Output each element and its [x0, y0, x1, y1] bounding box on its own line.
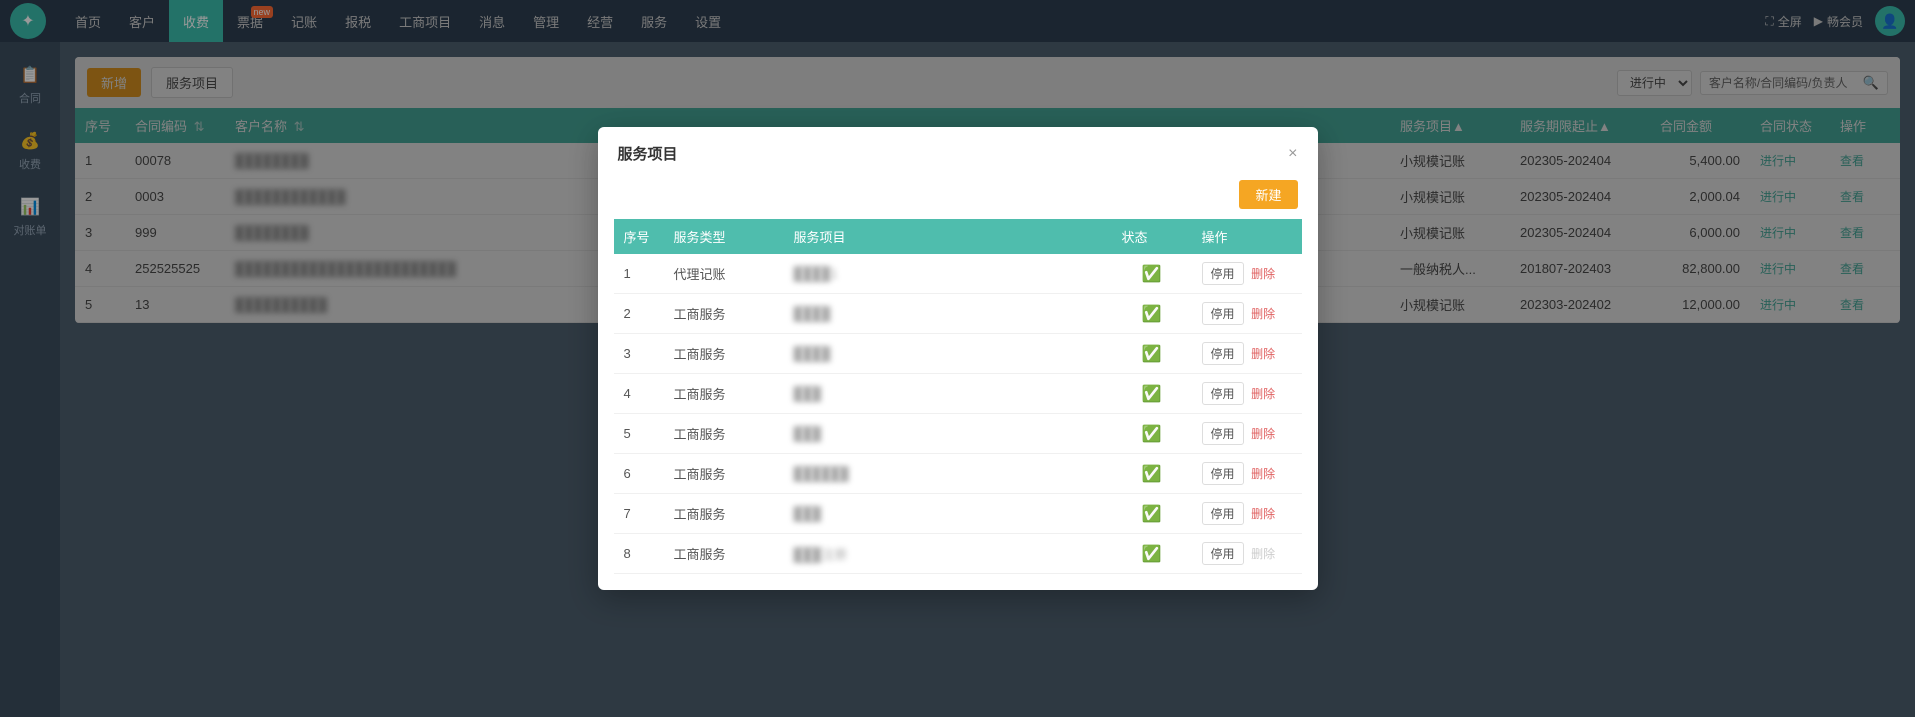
mcell-status: ✅	[1112, 534, 1192, 574]
modal-table-row: 8 工商服务 ███注册 ✅ 停用 删除	[614, 534, 1302, 574]
mcell-action: 停用 删除	[1192, 334, 1302, 374]
mcell-status: ✅	[1112, 254, 1192, 294]
mcell-type: 工商服务	[664, 374, 784, 414]
modal-header: 服务项目 ×	[598, 127, 1318, 174]
mcell-item: ████	[784, 334, 1112, 374]
status-active-icon: ✅	[1142, 506, 1162, 523]
modal: 服务项目 × 新建 序号 服务类型 服务项目 状态	[598, 127, 1318, 590]
modal-new-button[interactable]: 新建	[1239, 180, 1297, 209]
mcell-action: 停用 删除	[1192, 454, 1302, 494]
modal-table-row: 2 工商服务 ████ ✅ 停用 删除	[614, 294, 1302, 334]
modal-title: 服务项目	[618, 143, 678, 164]
mth-action: 操作	[1192, 219, 1302, 254]
stop-button[interactable]: 停用	[1202, 502, 1244, 525]
modal-table-wrap: 序号 服务类型 服务项目 状态 操作 1 代理记账 ████1 ✅	[598, 219, 1318, 590]
delete-button[interactable]: 删除	[1247, 305, 1279, 322]
status-active-icon: ✅	[1142, 426, 1162, 443]
stop-button[interactable]: 停用	[1202, 422, 1244, 445]
status-active-icon: ✅	[1142, 546, 1162, 563]
mcell-seq: 6	[614, 454, 664, 494]
mcell-item: ███	[784, 494, 1112, 534]
mcell-type: 工商服务	[664, 414, 784, 454]
mth-seq: 序号	[614, 219, 664, 254]
status-active-icon: ✅	[1142, 306, 1162, 323]
mcell-type: 工商服务	[664, 294, 784, 334]
mcell-status: ✅	[1112, 374, 1192, 414]
mcell-seq: 2	[614, 294, 664, 334]
mcell-action: 停用 删除	[1192, 254, 1302, 294]
delete-button[interactable]: 删除	[1247, 265, 1279, 282]
delete-button[interactable]: 删除	[1247, 505, 1279, 522]
stop-button[interactable]: 停用	[1202, 302, 1244, 325]
mcell-item: ███注册	[784, 534, 1112, 574]
delete-button: 删除	[1247, 545, 1279, 562]
mcell-status: ✅	[1112, 294, 1192, 334]
stop-button[interactable]: 停用	[1202, 542, 1244, 565]
mcell-type: 代理记账	[664, 254, 784, 294]
stop-button[interactable]: 停用	[1202, 262, 1244, 285]
mcell-status: ✅	[1112, 414, 1192, 454]
delete-button[interactable]: 删除	[1247, 385, 1279, 402]
status-active-icon: ✅	[1142, 266, 1162, 283]
mcell-type: 工商服务	[664, 494, 784, 534]
mcell-type: 工商服务	[664, 534, 784, 574]
mcell-seq: 1	[614, 254, 664, 294]
stop-button[interactable]: 停用	[1202, 462, 1244, 485]
delete-button[interactable]: 删除	[1247, 465, 1279, 482]
mcell-action: 停用 删除	[1192, 494, 1302, 534]
mcell-item: ████	[784, 294, 1112, 334]
modal-toolbar: 新建	[598, 174, 1318, 219]
mcell-item: ███	[784, 374, 1112, 414]
mcell-action: 停用 删除	[1192, 534, 1302, 574]
modal-close-button[interactable]: ×	[1288, 146, 1297, 162]
mcell-status: ✅	[1112, 334, 1192, 374]
mth-status: 状态	[1112, 219, 1192, 254]
mcell-action: 停用 删除	[1192, 374, 1302, 414]
delete-button[interactable]: 删除	[1247, 425, 1279, 442]
mcell-seq: 4	[614, 374, 664, 414]
stop-button[interactable]: 停用	[1202, 342, 1244, 365]
modal-table-row: 5 工商服务 ███ ✅ 停用 删除	[614, 414, 1302, 454]
mcell-seq: 8	[614, 534, 664, 574]
modal-table-row: 7 工商服务 ███ ✅ 停用 删除	[614, 494, 1302, 534]
main-layout: 📋 合同 💰 收费 📊 对账单 新增 服务项目 进行中 已结束 全部	[0, 42, 1915, 717]
modal-table-row: 1 代理记账 ████1 ✅ 停用 删除	[614, 254, 1302, 294]
modal-table: 序号 服务类型 服务项目 状态 操作 1 代理记账 ████1 ✅	[614, 219, 1302, 574]
mcell-action: 停用 删除	[1192, 294, 1302, 334]
status-active-icon: ✅	[1142, 386, 1162, 403]
mcell-item: ██████	[784, 454, 1112, 494]
content-area: 新增 服务项目 进行中 已结束 全部 🔍 序	[60, 42, 1915, 717]
modal-table-head: 序号 服务类型 服务项目 状态 操作	[614, 219, 1302, 254]
mth-type: 服务类型	[664, 219, 784, 254]
mcell-type: 工商服务	[664, 454, 784, 494]
modal-table-body: 1 代理记账 ████1 ✅ 停用 删除 2 工商服务 ████ ✅ 停用 删除…	[614, 254, 1302, 574]
mcell-action: 停用 删除	[1192, 414, 1302, 454]
mcell-type: 工商服务	[664, 334, 784, 374]
mcell-item: ████1	[784, 254, 1112, 294]
modal-table-row: 3 工商服务 ████ ✅ 停用 删除	[614, 334, 1302, 374]
modal-table-row: 6 工商服务 ██████ ✅ 停用 删除	[614, 454, 1302, 494]
mcell-status: ✅	[1112, 454, 1192, 494]
modal-overlay[interactable]: 服务项目 × 新建 序号 服务类型 服务项目 状态	[60, 42, 1915, 717]
mth-item: 服务项目	[784, 219, 1112, 254]
mcell-seq: 5	[614, 414, 664, 454]
status-active-icon: ✅	[1142, 346, 1162, 363]
stop-button[interactable]: 停用	[1202, 382, 1244, 405]
mcell-seq: 3	[614, 334, 664, 374]
status-active-icon: ✅	[1142, 466, 1162, 483]
mcell-seq: 7	[614, 494, 664, 534]
mcell-item: ███	[784, 414, 1112, 454]
delete-button[interactable]: 删除	[1247, 345, 1279, 362]
modal-table-row: 4 工商服务 ███ ✅ 停用 删除	[614, 374, 1302, 414]
mcell-status: ✅	[1112, 494, 1192, 534]
